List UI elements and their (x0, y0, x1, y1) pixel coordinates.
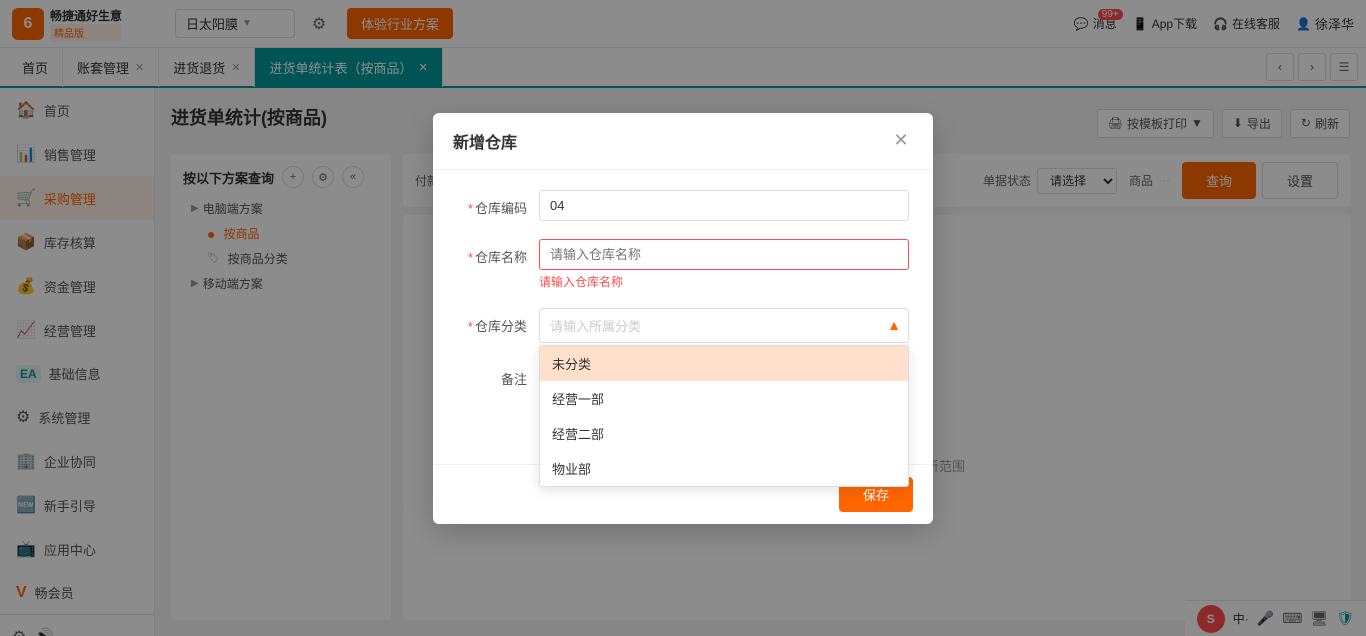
code-label: 仓库编码 (457, 190, 527, 217)
code-input[interactable] (539, 190, 909, 221)
dropdown-item-2[interactable]: 经营二部 (540, 416, 908, 451)
name-label: 仓库名称 (457, 239, 527, 266)
remark-label: 备注 (457, 361, 527, 388)
name-input[interactable] (539, 239, 909, 270)
category-label: 仓库分类 (457, 308, 527, 335)
modal-close-button[interactable]: ✕ (889, 129, 913, 153)
category-select-wrapper: 请输入所属分类 ▲ 未分类 经营一部 经营二部 物业部 (539, 308, 909, 343)
category-input[interactable]: 请输入所属分类 (539, 308, 909, 343)
modal-body: 仓库编码 仓库名称 请输入仓库名称 仓库分类 请输 (433, 170, 933, 464)
modal-overlay: 新增仓库 ✕ 仓库编码 仓库名称 请输入仓库名称 仓库分类 (0, 0, 1366, 636)
form-row-name: 仓库名称 请输入仓库名称 (457, 239, 909, 290)
modal-title: 新增仓库 (453, 129, 517, 153)
category-dropdown: 未分类 经营一部 经营二部 物业部 (539, 345, 909, 487)
dropdown-item-0[interactable]: 未分类 (540, 346, 908, 381)
dropdown-item-3[interactable]: 物业部 (540, 451, 908, 486)
modal-header: 新增仓库 ✕ (433, 113, 933, 170)
category-control: 请输入所属分类 ▲ 未分类 经营一部 经营二部 物业部 (539, 308, 909, 343)
form-row-category: 仓库分类 请输入所属分类 ▲ 未分类 经营一部 经营二部 物业部 (457, 308, 909, 343)
dropdown-item-1[interactable]: 经营一部 (540, 381, 908, 416)
code-control (539, 190, 909, 221)
add-warehouse-modal: 新增仓库 ✕ 仓库编码 仓库名称 请输入仓库名称 仓库分类 (433, 113, 933, 524)
name-control: 请输入仓库名称 (539, 239, 909, 290)
form-row-code: 仓库编码 (457, 190, 909, 221)
category-placeholder: 请输入所属分类 (550, 316, 641, 335)
name-error-msg: 请输入仓库名称 (539, 273, 909, 290)
